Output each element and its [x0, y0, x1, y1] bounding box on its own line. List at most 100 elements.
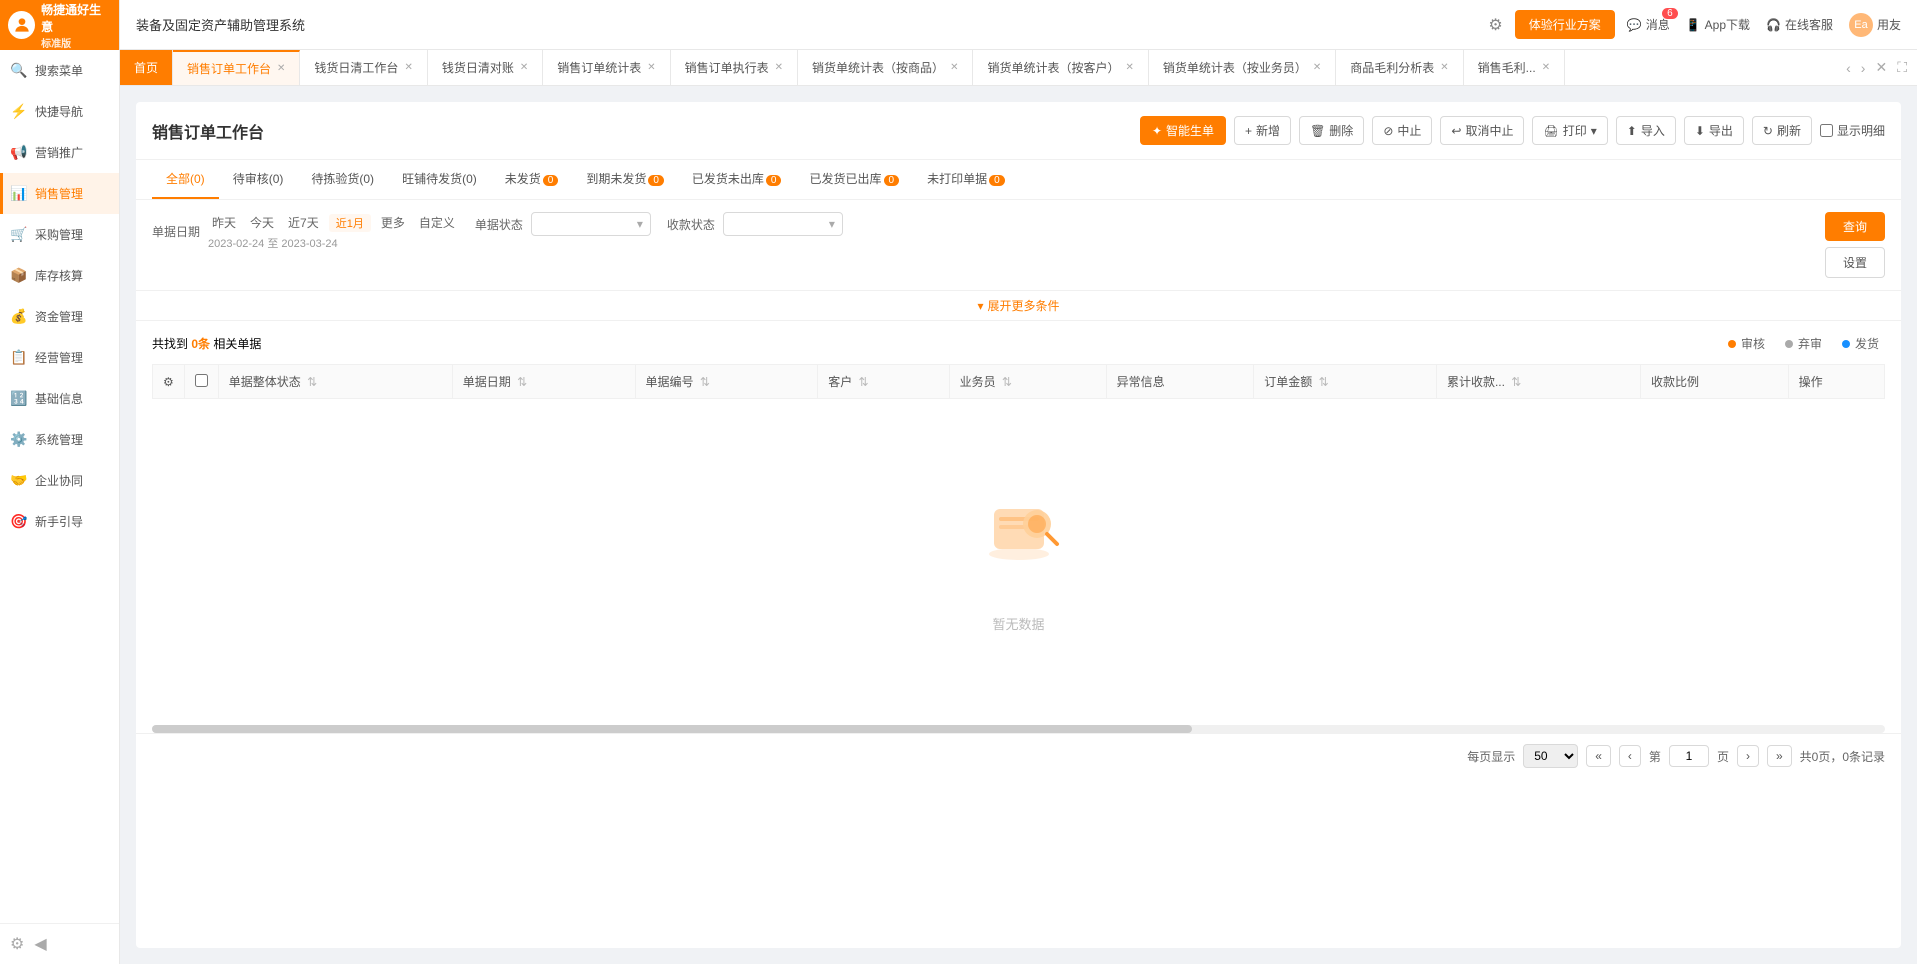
- th-settings[interactable]: ⚙: [153, 365, 185, 399]
- shortcut-custom[interactable]: 自定义: [415, 212, 459, 233]
- next-page-btn[interactable]: ›: [1737, 745, 1759, 767]
- per-page-select[interactable]: 50 100 200: [1523, 744, 1578, 768]
- show-detail-input[interactable]: [1820, 124, 1833, 137]
- app-download-link[interactable]: 📱 App下载: [1686, 16, 1750, 33]
- import-btn[interactable]: ⬆ 导入: [1616, 116, 1676, 145]
- tab-label-7: 销货单统计表（按客户）: [987, 59, 1119, 76]
- tab-item-8[interactable]: 销货单统计表（按业务员） ✕: [1149, 50, 1336, 85]
- tab-close-3[interactable]: ✕: [520, 62, 528, 73]
- query-btn[interactable]: 查询: [1825, 212, 1885, 241]
- tab-prev-btn[interactable]: ‹: [1842, 58, 1855, 78]
- page-input[interactable]: [1669, 745, 1709, 767]
- delete-btn[interactable]: 🗑 删除: [1299, 116, 1364, 145]
- tab-close-4[interactable]: ✕: [647, 62, 655, 73]
- select-all-checkbox[interactable]: [195, 374, 208, 387]
- add-btn[interactable]: + 新增: [1234, 116, 1291, 145]
- sub-tab-7[interactable]: 已发货已出库0: [795, 160, 913, 199]
- payment-select[interactable]: [723, 212, 843, 236]
- scrollbar-thumb[interactable]: [152, 725, 1192, 733]
- tab-close-8[interactable]: ✕: [1313, 62, 1321, 73]
- sidebar-item-库存核算[interactable]: 📦库存核算: [0, 255, 119, 296]
- settings-icon[interactable]: ⚙: [10, 934, 24, 954]
- sidebar-item-新手引导[interactable]: 🎯新手引导: [0, 501, 119, 542]
- shortcut-1month[interactable]: 近1月: [329, 214, 371, 232]
- experience-btn[interactable]: 体验行业方案: [1515, 10, 1615, 39]
- tab-close-10[interactable]: ✕: [1542, 62, 1550, 73]
- topbar-settings-icon[interactable]: ⚙: [1488, 15, 1502, 35]
- user-menu[interactable]: Ea 用友: [1849, 13, 1901, 37]
- tab-close-9[interactable]: ✕: [1440, 62, 1448, 73]
- sidebar-item-采购管理[interactable]: 🛒采购管理: [0, 214, 119, 255]
- tab-item-10[interactable]: 销售毛利...✕: [1464, 50, 1565, 85]
- collapse-icon[interactable]: ◀: [34, 934, 46, 954]
- tab-close-6[interactable]: ✕: [950, 62, 958, 73]
- last-page-btn[interactable]: »: [1767, 745, 1792, 767]
- sub-tab-1[interactable]: 待审核(0): [219, 160, 298, 199]
- shortcut-more[interactable]: 更多: [377, 212, 409, 233]
- print-btn[interactable]: 🖨 打印 ▾: [1532, 116, 1607, 145]
- th-customer[interactable]: 客户 ⇅: [818, 365, 949, 399]
- sub-tab-6[interactable]: 已发货未出库0: [678, 160, 796, 199]
- nav-icon-2: 📢: [11, 145, 27, 161]
- th-cumulative[interactable]: 累计收款... ⇅: [1436, 365, 1640, 399]
- th-salesman[interactable]: 业务员 ⇅: [949, 365, 1106, 399]
- refresh-btn[interactable]: ↻ 刷新: [1752, 116, 1812, 145]
- tab-close-all-btn[interactable]: ✕: [1871, 57, 1891, 78]
- sub-tab-2[interactable]: 待拣验货(0): [297, 160, 388, 199]
- show-detail-checkbox[interactable]: 显示明细: [1820, 122, 1885, 139]
- th-checkbox[interactable]: [184, 365, 218, 399]
- expand-filter-btn[interactable]: ▾ 展开更多条件: [977, 297, 1059, 314]
- tab-close-5[interactable]: ✕: [775, 62, 783, 73]
- sub-tab-8[interactable]: 未打印单据0: [913, 160, 1019, 199]
- tab-item-2[interactable]: 钱货日清工作台✕: [300, 50, 427, 85]
- sidebar-item-企业协同[interactable]: 🤝企业协同: [0, 460, 119, 501]
- tab-item-3[interactable]: 钱货日清对账✕: [428, 50, 543, 85]
- tab-close-2[interactable]: ✕: [404, 62, 412, 73]
- th-number[interactable]: 单据编号 ⇅: [635, 365, 818, 399]
- tab-item-6[interactable]: 销货单统计表（按商品）✕: [798, 50, 973, 85]
- settings-query-btn[interactable]: 设置: [1825, 247, 1885, 278]
- shortcut-yesterday[interactable]: 昨天: [208, 212, 240, 233]
- tab-item-4[interactable]: 销售订单统计表✕: [543, 50, 670, 85]
- tab-next-btn[interactable]: ›: [1857, 58, 1870, 78]
- sub-tab-4[interactable]: 未发货0: [491, 160, 573, 199]
- tab-maximize-btn[interactable]: ⛶: [1893, 57, 1911, 78]
- cancel-stop-btn[interactable]: ↩ 取消中止: [1440, 116, 1524, 145]
- horizontal-scrollbar[interactable]: [152, 725, 1885, 733]
- sidebar-item-快捷导航[interactable]: ⚡快捷导航: [0, 91, 119, 132]
- stop-btn[interactable]: ⊘ 中止: [1372, 116, 1432, 145]
- message-btn[interactable]: 💬 消息 6: [1627, 16, 1670, 33]
- online-service-link[interactable]: 🎧 在线客服: [1766, 16, 1833, 33]
- system-title: 装备及固定资产辅助管理系统: [136, 15, 1476, 34]
- status-select[interactable]: [531, 212, 651, 236]
- tab-close-1[interactable]: ✕: [277, 63, 285, 74]
- ai-btn[interactable]: ✦ 智能生单: [1140, 116, 1226, 145]
- audit-action-btn[interactable]: 审核: [1722, 333, 1771, 354]
- tab-item-0[interactable]: 首页: [120, 50, 173, 85]
- tab-close-7[interactable]: ✕: [1125, 62, 1133, 73]
- sub-tab-3[interactable]: 旺铺待发货(0): [388, 160, 491, 199]
- tab-item-5[interactable]: 销售订单执行表✕: [671, 50, 798, 85]
- export-btn[interactable]: ⬇ 导出: [1684, 116, 1744, 145]
- sub-tab-0[interactable]: 全部(0): [152, 160, 219, 199]
- sidebar-item-经营管理[interactable]: 📋经营管理: [0, 337, 119, 378]
- first-page-btn[interactable]: «: [1586, 745, 1611, 767]
- prev-page-btn[interactable]: ‹: [1619, 745, 1641, 767]
- deliver-action-btn[interactable]: 发货: [1836, 333, 1885, 354]
- sidebar-item-搜索菜单[interactable]: 🔍搜索菜单: [0, 50, 119, 91]
- shortcut-today[interactable]: 今天: [246, 212, 278, 233]
- sub-tab-5[interactable]: 到期未发货0: [572, 160, 678, 199]
- sidebar-item-系统管理[interactable]: ⚙️系统管理: [0, 419, 119, 460]
- sidebar-item-销售管理[interactable]: 📊销售管理: [0, 173, 119, 214]
- sidebar-item-营销推广[interactable]: 📢营销推广: [0, 132, 119, 173]
- tab-item-1[interactable]: 销售订单工作台✕: [173, 50, 300, 85]
- th-date[interactable]: 单据日期 ⇅: [452, 365, 635, 399]
- shortcut-7days[interactable]: 近7天: [284, 212, 323, 233]
- tab-label-8: 销货单统计表（按业务员）: [1163, 59, 1307, 76]
- sidebar-item-资金管理[interactable]: 💰资金管理: [0, 296, 119, 337]
- sidebar-item-基础信息[interactable]: 🔢基础信息: [0, 378, 119, 419]
- tab-item-9[interactable]: 商品毛利分析表✕: [1336, 50, 1463, 85]
- cancel-audit-action-btn[interactable]: 弃审: [1779, 333, 1828, 354]
- tab-item-7[interactable]: 销货单统计表（按客户） ✕: [973, 50, 1148, 85]
- th-amount[interactable]: 订单金额 ⇅: [1254, 365, 1437, 399]
